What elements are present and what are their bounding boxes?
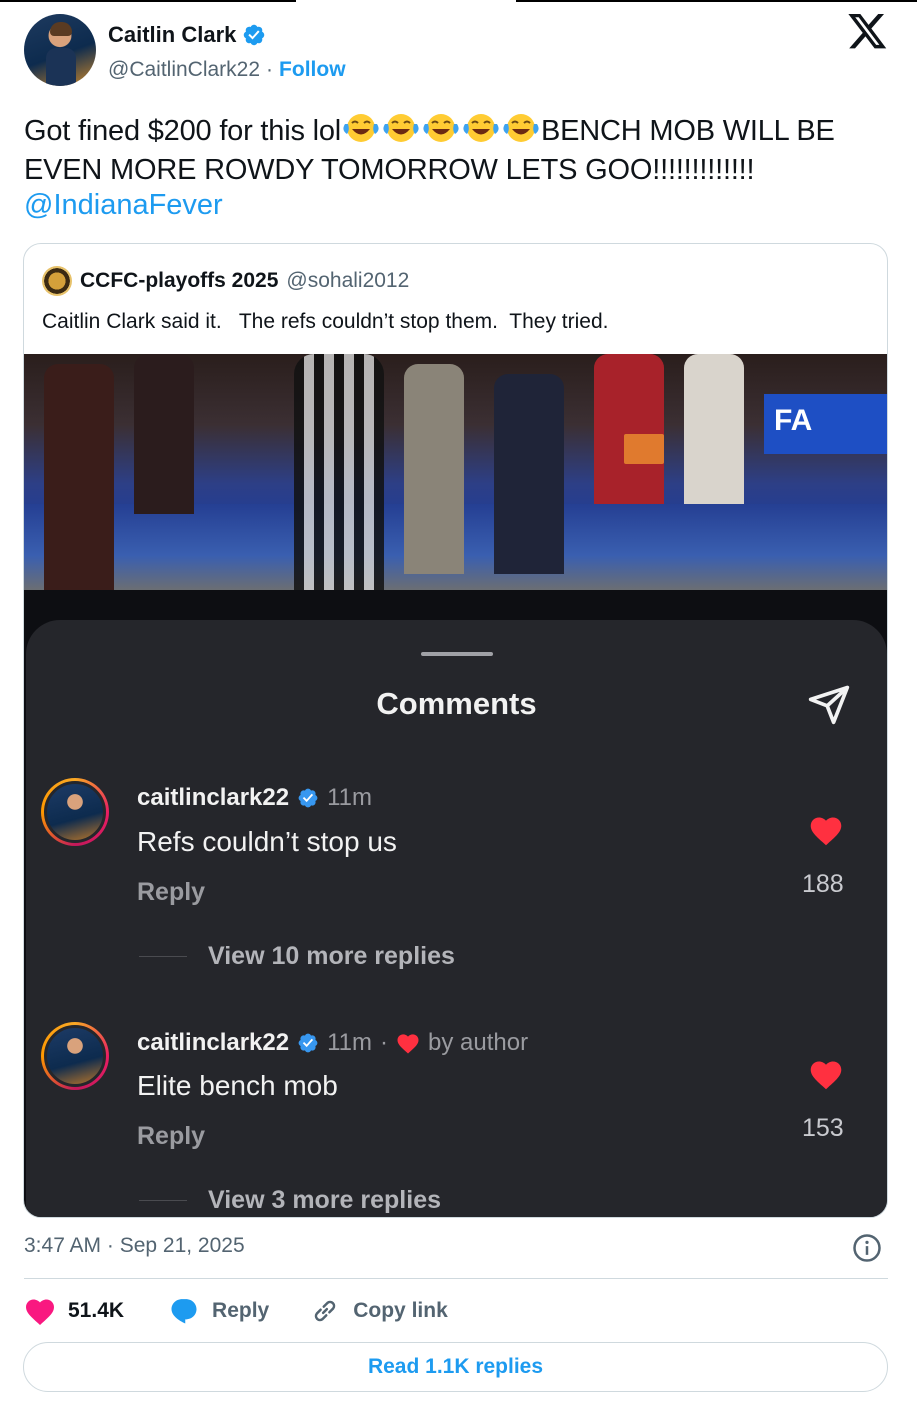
verified-badge-icon: [298, 1033, 318, 1053]
link-icon: [314, 1300, 336, 1322]
tweet-text-start: Got fined $200 for this lol: [24, 115, 342, 147]
comment-avatar: [41, 1022, 109, 1090]
face-with-tears-of-joy-icon: [463, 114, 499, 142]
mention-link[interactable]: @IndianaFever: [24, 189, 223, 222]
quoted-photo[interactable]: FA: [24, 354, 887, 590]
comment-header: caitlinclark22 11m: [137, 784, 372, 812]
author-avatar[interactable]: [24, 14, 96, 86]
comment-username: caitlinclark22: [137, 1029, 290, 1056]
quote-author-handle: @sohali2012: [286, 269, 410, 292]
top-divider-right: [516, 0, 917, 2]
action-bar: 51.4K Reply Copy link: [24, 1296, 448, 1326]
read-replies-button[interactable]: Read 1.1K replies: [23, 1342, 888, 1392]
comment-header: caitlinclark22 11m · by author: [137, 1029, 528, 1057]
comment-text: Refs couldn’t stop us: [137, 826, 397, 857]
comment-avatar: [41, 778, 109, 846]
comment-text: Elite bench mob: [137, 1070, 338, 1101]
tweet-text: Got fined $200 for this lol BENCH MOB WIL…: [24, 112, 894, 190]
author-handle-row: @CaitlinClark22 · Follow: [108, 58, 346, 82]
send-icon: [808, 685, 850, 725]
comment-like-count: 153: [802, 1114, 844, 1142]
verified-badge-icon: [298, 788, 318, 808]
quote-text: Caitlin Clark said it. The refs couldn’t…: [42, 310, 609, 333]
comment-reply-button: Reply: [137, 878, 206, 906]
heart-icon: [397, 1034, 419, 1054]
face-with-tears-of-joy-icon: [423, 114, 459, 142]
author-name-row[interactable]: Caitlin Clark: [108, 22, 266, 48]
heart-icon: [810, 1061, 842, 1090]
heart-icon: [810, 817, 842, 846]
face-with-tears-of-joy-icon: [343, 114, 379, 142]
comment-time: 11m: [327, 784, 373, 811]
like-button[interactable]: 51.4K: [24, 1296, 124, 1326]
verified-badge-icon: [244, 24, 265, 46]
face-with-tears-of-joy-icon: [503, 114, 539, 142]
face-with-tears-of-joy-icon: [383, 114, 419, 142]
referee-figure: [294, 354, 384, 590]
arena-sign: FA: [764, 394, 887, 454]
x-logo-icon[interactable]: [848, 14, 888, 50]
author-handle[interactable]: @CaitlinClark22: [108, 58, 260, 82]
comments-title: Comments: [376, 686, 537, 721]
quote-author-name: CCFC-playoffs 2025: [80, 269, 279, 292]
view-more-replies: View 3 more replies: [208, 1186, 441, 1214]
follow-button[interactable]: Follow: [279, 58, 346, 82]
reply-bubble-icon: [171, 1299, 197, 1324]
comment-reply-button: Reply: [137, 1122, 206, 1150]
quote-avatar: [42, 266, 72, 296]
comment-like-count: 188: [802, 870, 844, 898]
reply-button[interactable]: Reply: [168, 1296, 269, 1326]
liked-by-author: by author: [428, 1029, 529, 1056]
drag-handle: [421, 652, 493, 656]
like-count: 51.4K: [68, 1299, 125, 1322]
tweet-timestamp[interactable]: 3:47 AM · Sep 21, 2025: [24, 1234, 245, 1258]
emoji-row: [341, 114, 541, 147]
footer-divider: [24, 1278, 888, 1279]
reply-label: Reply: [212, 1299, 270, 1322]
comment-username: caitlinclark22: [137, 784, 290, 811]
heart-icon: [26, 1299, 54, 1325]
info-icon[interactable]: [852, 1233, 882, 1263]
comment-time: 11m: [327, 1029, 373, 1056]
view-more-replies: View 10 more replies: [208, 942, 455, 970]
view-replies-line: [139, 1200, 187, 1201]
copy-link-label: Copy link: [353, 1299, 448, 1322]
quoted-tweet-card[interactable]: CCFC-playoffs 2025 @sohali2012 Caitlin C…: [23, 243, 888, 1218]
comments-panel: Comments caitlinclark22 11m Refs couldn’…: [26, 620, 887, 1217]
top-divider-left: [0, 0, 296, 2]
view-replies-line: [139, 956, 187, 957]
separator-dot: ·: [380, 1029, 389, 1056]
copy-link-button[interactable]: Copy link: [309, 1296, 448, 1326]
author-name[interactable]: Caitlin Clark: [108, 22, 236, 48]
quote-header: CCFC-playoffs 2025 @sohali2012: [42, 266, 409, 296]
separator-dot: ·: [266, 58, 274, 81]
